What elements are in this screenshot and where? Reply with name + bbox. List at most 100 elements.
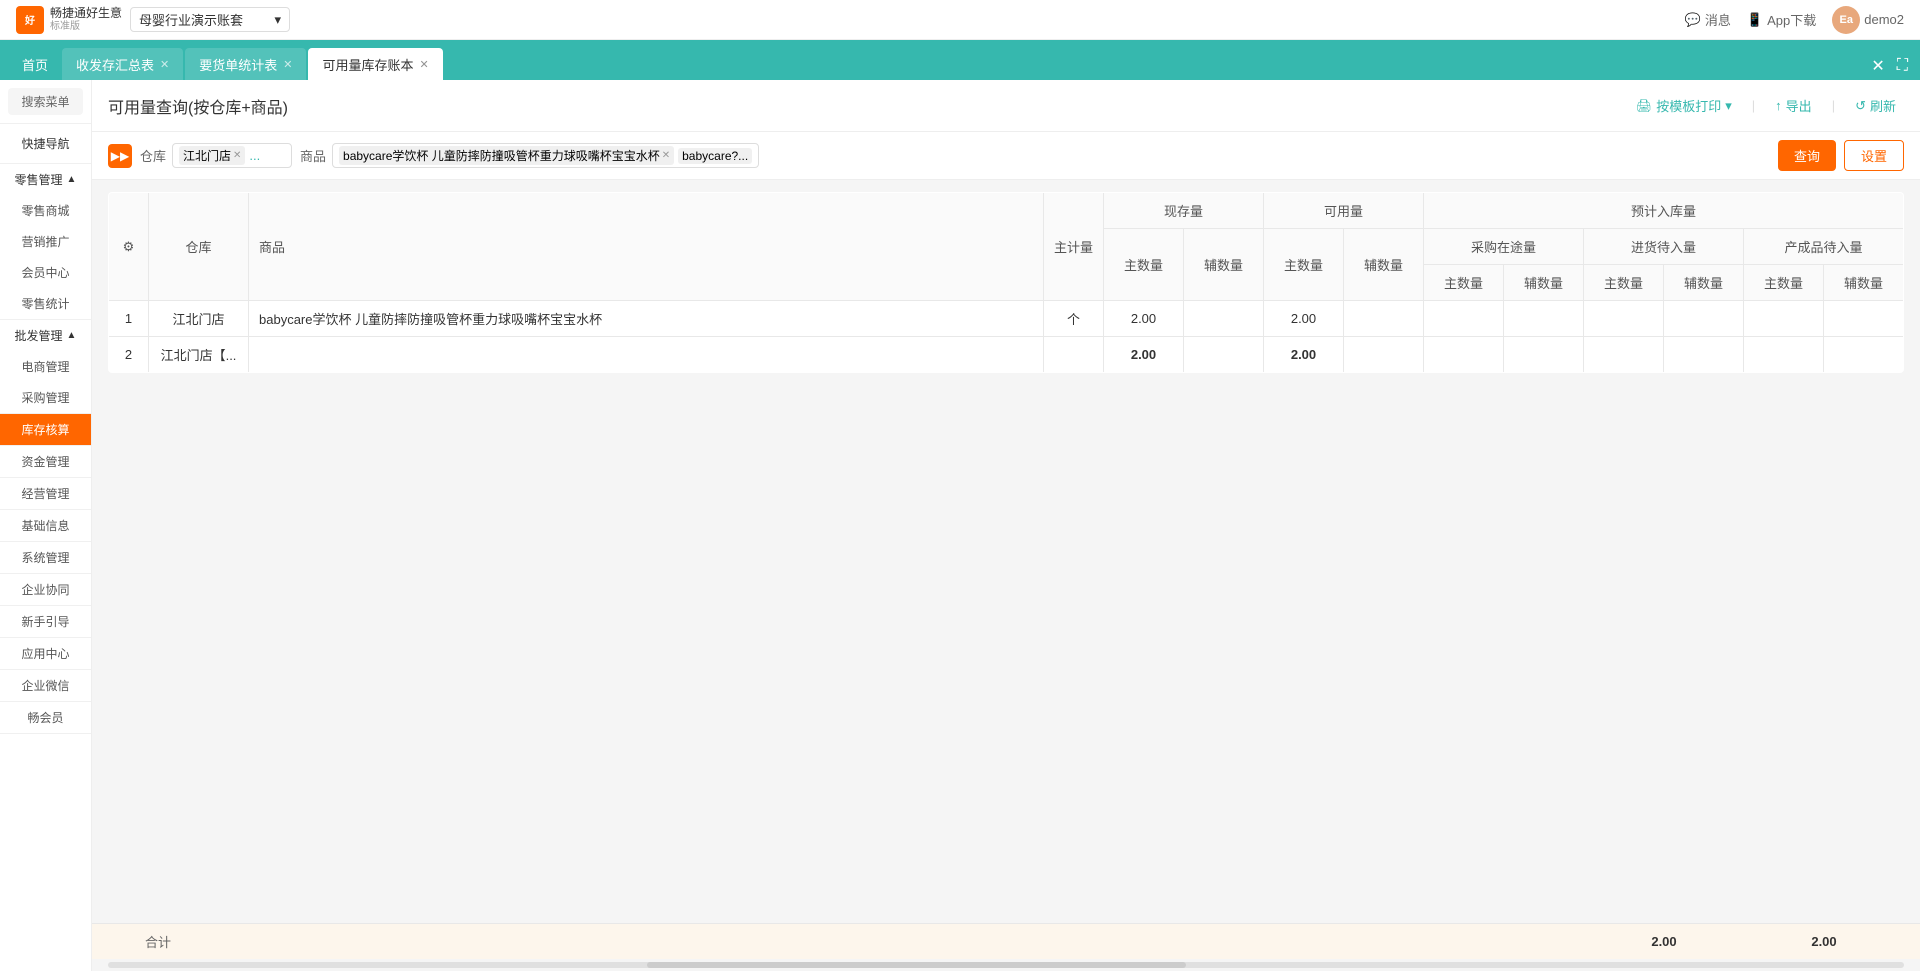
close-all-tabs-button[interactable]: ✕ [1867,52,1888,80]
product-tag2: babycare?... [678,148,752,164]
search-menu-button[interactable]: 搜索菜单 [8,88,83,115]
message-button[interactable]: 💬 消息 [1685,10,1731,29]
sidebar-item-enterprise[interactable]: 企业协同 [0,574,91,605]
th-warehouse: 仓库 [149,193,249,301]
message-icon: 💬 [1685,12,1701,28]
chevron-down-icon2: ▲ [67,330,77,341]
table-container: ⚙ 仓库 商品 主计量 现存量 可用量 预计入库量 主数量 辅数量 主数量 辅数… [92,180,1920,923]
sidebar-section-vip: 畅会员 [0,702,91,734]
setting-button[interactable]: 设置 [1844,140,1904,171]
scroll-thumb[interactable] [647,962,1186,968]
th-goods-main: 主数量 [1584,265,1664,301]
tab-demand[interactable]: 要货单统计表 ✕ [185,48,306,80]
sidebar-item-quick-nav[interactable]: 快捷导航 [0,128,91,159]
th-available-sub: 辅数量 [1344,229,1424,301]
print-icon: 🖨 [1636,98,1653,114]
sidebar-section-enterprise: 企业协同 [0,574,91,606]
sidebar-item-marketing[interactable]: 营销推广 [0,226,91,257]
sidebar-item-appcenter[interactable]: 应用中心 [0,638,91,669]
print-button[interactable]: 🖨 按模板打印 ▾ [1628,92,1740,119]
main-layout: 搜索菜单 快捷导航 零售管理 ▲ 零售商城 营销推广 会员中心 零售统计 批发管… [0,80,1920,971]
maximize-button[interactable]: ⛶ [1893,53,1912,79]
td-purchase-sub-1 [1504,301,1584,337]
td-stock-sub-2 [1184,337,1264,373]
tab-inventory-close[interactable]: ✕ [420,58,429,71]
th-available-group: 可用量 [1264,193,1424,229]
td-unit-2 [1044,337,1104,373]
tab-inventory[interactable]: 可用量库存账本 ✕ [308,48,442,80]
warehouse-filter-group: 仓库 江北门店 ✕ ... [140,143,292,168]
td-warehouse-2: 江北门店【... [149,337,249,373]
gear-icon[interactable]: ⚙ [123,239,135,254]
tab-home[interactable]: 首页 [8,48,62,80]
horizontal-scrollbar[interactable] [92,959,1920,971]
th-unit: 主计量 [1044,193,1104,301]
filter-toggle-button[interactable]: ▶▶ [108,144,132,168]
table-row: 2 江北门店【... 2.00 2.00 [109,337,1904,373]
page-actions: 🖨 按模板打印 ▾ | ↑ 导出 | ↺ 刷新 [1628,92,1904,119]
sidebar-item-operations[interactable]: 经营管理 [0,478,91,509]
sidebar-item-system[interactable]: 系统管理 [0,542,91,573]
sidebar-item-wechat[interactable]: 企业微信 [0,670,91,701]
export-icon: ↑ [1775,98,1782,113]
avatar: Ea [1832,6,1860,34]
query-button[interactable]: 查询 [1778,140,1836,171]
td-stock-sub-1 [1184,301,1264,337]
th-product-group: 产成品待入量 [1744,229,1904,265]
td-seq-2: 2 [109,337,149,373]
product-filter-tags[interactable]: babycare学饮杯 儿童防摔防撞吸管杯重力球吸嘴杯宝宝水杯 ✕ babyca… [332,143,759,168]
td-product-sub-1 [1824,301,1904,337]
sidebar-item-vip[interactable]: 畅会员 [0,702,91,733]
user-profile[interactable]: Ea demo2 [1832,6,1904,34]
tab-collect[interactable]: 收发存汇总表 ✕ [62,48,183,80]
sidebar-section-inventory-header[interactable]: 库存核算 [0,414,91,445]
sidebar-item-newbie[interactable]: 新手引导 [0,606,91,637]
refresh-button[interactable]: ↺ 刷新 [1847,92,1904,119]
app-icon: 📱 [1747,12,1763,28]
th-stock-main: 主数量 [1104,229,1184,301]
th-product-sub: 辅数量 [1824,265,1904,301]
sidebar-item-retail-stats[interactable]: 零售统计 [0,288,91,319]
td-available-sub-2 [1344,337,1424,373]
warehouse-filter-tags[interactable]: 江北门店 ✕ ... [172,143,292,168]
top-bar: 好 畅捷通好生意 标准版 母婴行业演示账套 ▾ 💬 消息 📱 App下载 Ea … [0,0,1920,40]
export-button[interactable]: ↑ 导出 [1767,92,1820,119]
product-tag1: babycare学饮杯 儿童防摔防撞吸管杯重力球吸嘴杯宝宝水杯 ✕ [339,146,674,165]
tab-demand-close[interactable]: ✕ [283,58,292,71]
content-area: 可用量查询(按仓库+商品) 🖨 按模板打印 ▾ | ↑ 导出 | ↺ [92,80,1920,971]
td-product-main-1 [1744,301,1824,337]
th-product-main: 主数量 [1744,265,1824,301]
th-purchase-group: 采购在途量 [1424,229,1584,265]
product-tag1-remove[interactable]: ✕ [662,150,670,161]
td-available-main-2: 2.00 [1264,337,1344,373]
refresh-icon: ↺ [1855,98,1866,114]
app-download-button[interactable]: 📱 App下载 [1747,10,1816,29]
th-settings[interactable]: ⚙ [109,193,149,301]
table-row: 1 江北门店 babycare学饮杯 儿童防摔防撞吸管杯重力球吸嘴杯宝宝水杯 个… [109,301,1904,337]
sidebar-section-inventory: 库存核算 [0,414,91,446]
footer-label: 合计 [108,932,208,951]
warehouse-more-button[interactable]: ... [249,148,260,163]
sidebar-item-ecommerce[interactable]: 电商管理 [0,351,91,382]
td-product-2 [249,337,1044,373]
sidebar-item-member[interactable]: 会员中心 [0,257,91,288]
td-stock-main-2: 2.00 [1104,337,1184,373]
tab-collect-close[interactable]: ✕ [160,58,169,71]
sidebar-item-basic[interactable]: 基础信息 [0,510,91,541]
sidebar-item-finance[interactable]: 资金管理 [0,446,91,477]
th-available-main: 主数量 [1264,229,1344,301]
sidebar-item-purchase[interactable]: 采购管理 [0,382,91,413]
td-purchase-main-1 [1424,301,1504,337]
td-goods-main-2 [1584,337,1664,373]
logo-area: 好 畅捷通好生意 标准版 [16,6,122,34]
sidebar-section-retail-header[interactable]: 零售管理 ▲ [0,164,91,195]
sidebar-item-retail-mall[interactable]: 零售商城 [0,195,91,226]
sidebar-section-wholesale-header[interactable]: 批发管理 ▲ [0,320,91,351]
industry-select[interactable]: 母婴行业演示账套 ▾ [130,7,290,32]
warehouse-tag-remove[interactable]: ✕ [233,150,241,161]
footer-available-main: 2.00 [1784,934,1864,949]
td-stock-main-1: 2.00 [1104,301,1184,337]
sidebar-section-basic: 基础信息 [0,510,91,542]
product-filter-group: 商品 babycare学饮杯 儿童防摔防撞吸管杯重力球吸嘴杯宝宝水杯 ✕ bab… [300,143,759,168]
sidebar-nav: 快捷导航 [0,124,91,164]
